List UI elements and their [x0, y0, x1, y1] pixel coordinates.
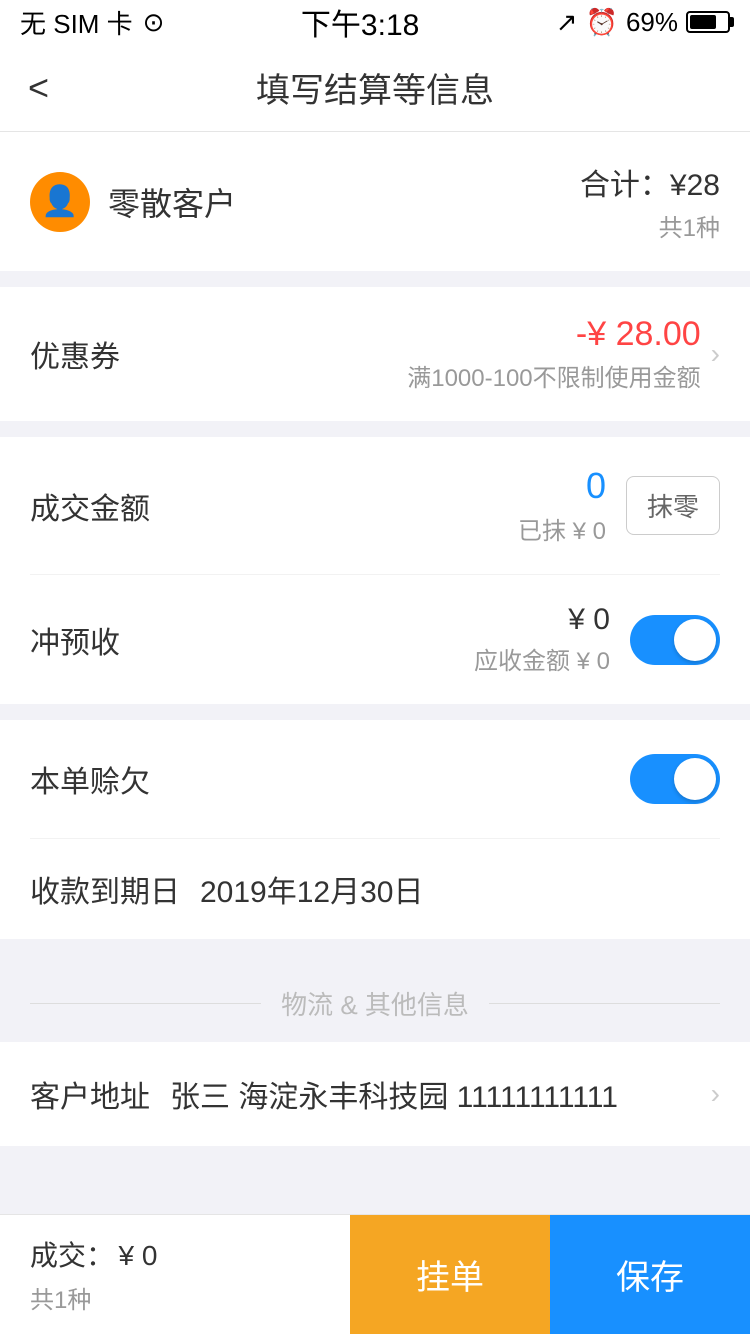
- transaction-sub: 已抹 ¥ 0: [518, 511, 606, 546]
- logistics-label: 物流 & 其他信息: [281, 985, 469, 1022]
- transaction-label: 成交金额: [30, 484, 150, 528]
- page-title: 填写结算等信息: [256, 63, 494, 112]
- bottom-transaction-row: 成交： ¥ 0: [30, 1234, 320, 1274]
- location-icon: ↗: [556, 7, 578, 38]
- transaction-row: 成交金额 0 已抹 ¥ 0 抹零: [30, 437, 720, 575]
- due-date-value: 2019年12月30日: [200, 867, 423, 911]
- transaction-section: 成交金额 0 已抹 ¥ 0 抹零 冲预收 ¥ 0 应收金额 ¥ 0: [0, 437, 750, 704]
- battery-icon: [686, 11, 730, 33]
- divider-line-left: [30, 1003, 261, 1004]
- prereceive-sub: 应收金额 ¥ 0: [474, 641, 610, 676]
- due-date-label: 收款到期日: [30, 867, 180, 911]
- bottom-transaction-value: ¥ 0: [118, 1240, 157, 1271]
- prereceive-label: 冲预收: [30, 618, 120, 662]
- logistics-header-row: 物流 & 其他信息: [30, 985, 720, 1022]
- customer-right: 合计：¥28 共1种: [580, 160, 720, 243]
- bottom-info: 成交： ¥ 0 共1种: [0, 1234, 350, 1315]
- address-row[interactable]: 客户地址 张三 海淀永丰科技园 11111111111 ›: [30, 1042, 720, 1146]
- address-value: 张三 海淀永丰科技园 11111111111: [170, 1072, 711, 1116]
- transaction-value-block: 0 已抹 ¥ 0: [518, 465, 606, 546]
- coupon-right: -¥ 28.00 满1000-100不限制使用金额 ›: [407, 315, 720, 393]
- bottom-transaction-label: 成交：: [30, 1240, 114, 1271]
- avatar-icon: 👤: [41, 184, 78, 219]
- round-zero-button[interactable]: 抹零: [626, 476, 720, 535]
- bottom-bar: 成交： ¥ 0 共1种 挂单 保存: [0, 1214, 750, 1334]
- status-time: 下午3:18: [301, 0, 419, 44]
- chevron-right-icon: ›: [711, 338, 720, 370]
- hang-button[interactable]: 挂单: [350, 1215, 550, 1334]
- prereceive-value: ¥ 0: [474, 603, 610, 637]
- transaction-right: 0 已抹 ¥ 0 抹零: [518, 465, 720, 546]
- coupon-discount: -¥ 28.00: [407, 315, 700, 354]
- address-chevron-icon: ›: [711, 1078, 720, 1110]
- bottom-buttons: 挂单 保存: [350, 1215, 750, 1334]
- debt-toggle-thumb: [674, 758, 716, 800]
- coupon-section[interactable]: 优惠券 -¥ 28.00 满1000-100不限制使用金额 ›: [0, 287, 750, 421]
- avatar: 👤: [30, 172, 90, 232]
- status-bar: 无 SIM 卡 ⊙ 下午3:18 ↗ ⏰ 69%: [0, 0, 750, 44]
- toggle-thumb: [674, 619, 716, 661]
- nav-bar: < 填写结算等信息: [0, 44, 750, 132]
- prereceive-row: 冲预收 ¥ 0 应收金额 ¥ 0: [30, 575, 720, 704]
- debt-toggle[interactable]: [630, 754, 720, 804]
- address-section[interactable]: 客户地址 张三 海淀永丰科技园 11111111111 ›: [0, 1042, 750, 1146]
- debt-row: 本单赊欠: [30, 720, 720, 838]
- carrier-text: 无 SIM 卡: [20, 4, 133, 41]
- divider-line-right: [489, 1003, 720, 1004]
- back-button[interactable]: <: [28, 67, 49, 109]
- alarm-icon: ⏰: [586, 7, 618, 38]
- battery-percent: 69%: [626, 7, 678, 38]
- coupon-details: -¥ 28.00 满1000-100不限制使用金额: [407, 315, 700, 393]
- debt-section: 本单赊欠 收款到期日 2019年12月30日: [0, 720, 750, 939]
- coupon-desc: 满1000-100不限制使用金额: [407, 358, 700, 393]
- prereceive-toggle[interactable]: [630, 615, 720, 665]
- customer-name: 零散客户: [108, 179, 236, 225]
- due-date-row: 收款到期日 2019年12月30日: [30, 838, 720, 939]
- status-right: ↗ ⏰ 69%: [556, 7, 730, 38]
- transaction-value: 0: [518, 465, 606, 507]
- total-amount: 合计：¥28: [580, 160, 720, 204]
- wifi-icon: ⊙: [143, 7, 165, 38]
- prereceive-value-block: ¥ 0 应收金额 ¥ 0: [474, 603, 610, 676]
- bottom-count: 共1种: [30, 1280, 320, 1315]
- logistics-divider: 物流 & 其他信息: [0, 955, 750, 1032]
- customer-left: 👤 零散客户: [30, 172, 236, 232]
- total-count: 共1种: [580, 208, 720, 243]
- prereceive-right: ¥ 0 应收金额 ¥ 0: [474, 603, 720, 676]
- debt-label: 本单赊欠: [30, 757, 150, 801]
- address-label: 客户地址: [30, 1072, 150, 1116]
- customer-section: 👤 零散客户 合计：¥28 共1种: [0, 132, 750, 271]
- coupon-label: 优惠券: [30, 332, 120, 376]
- status-left: 无 SIM 卡 ⊙: [20, 4, 164, 41]
- save-button[interactable]: 保存: [550, 1215, 750, 1334]
